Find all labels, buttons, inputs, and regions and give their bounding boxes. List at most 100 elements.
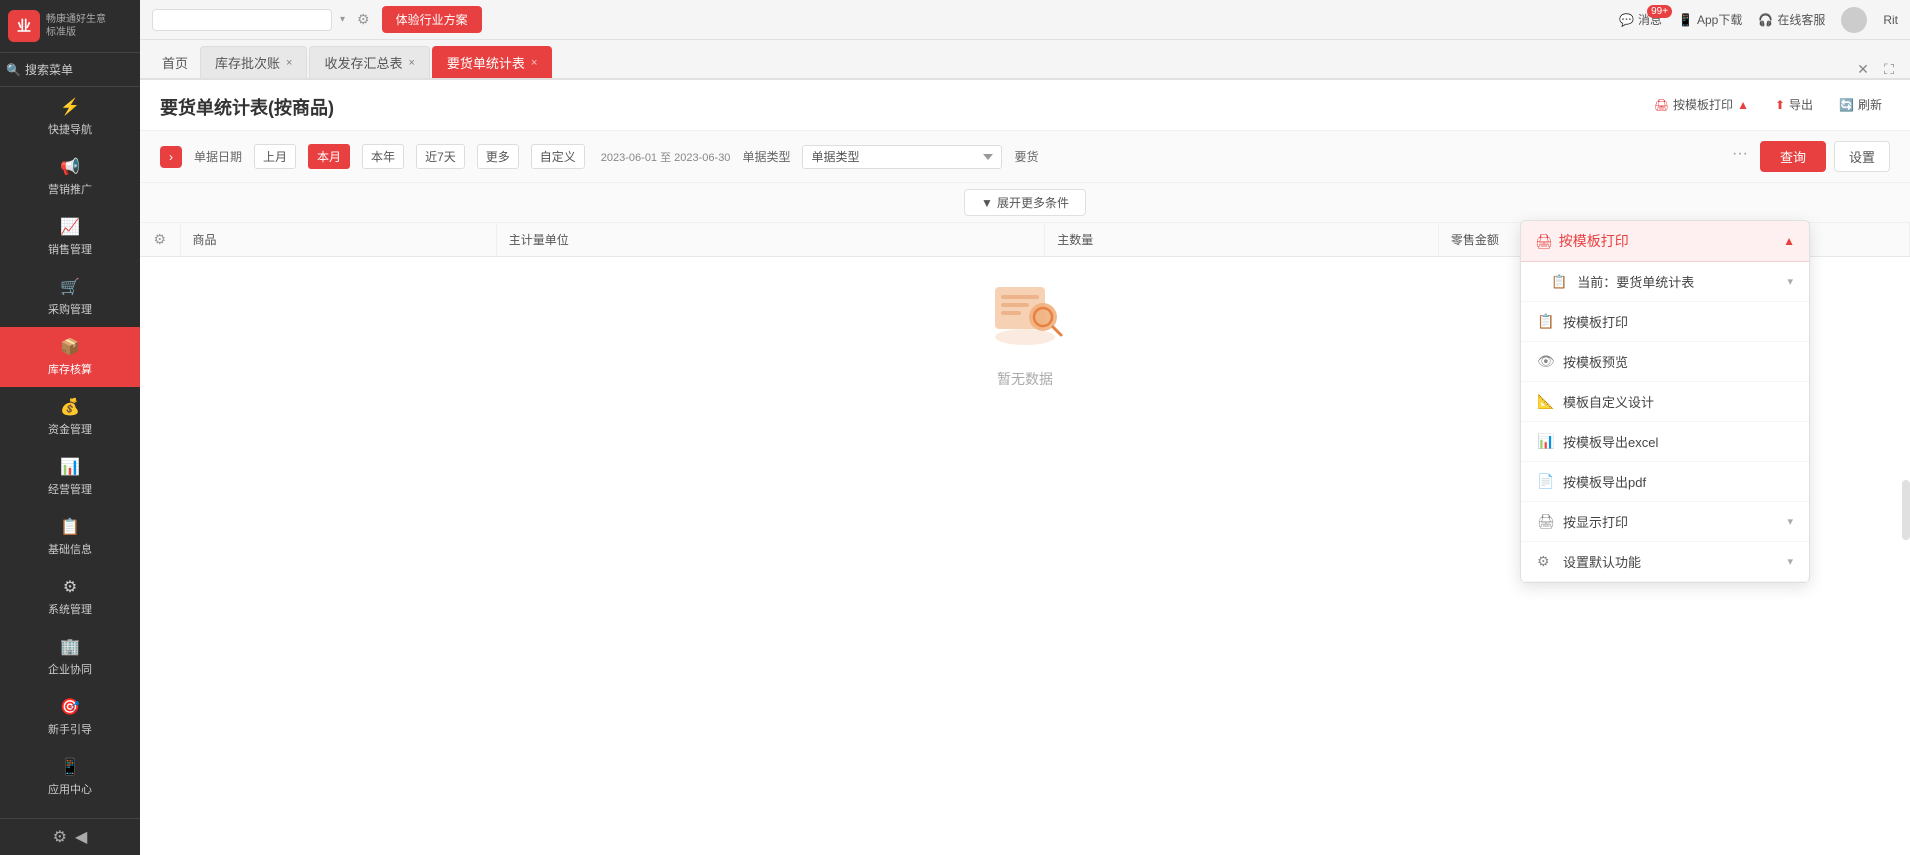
right-scrollbar[interactable] xyxy=(1902,480,1910,540)
sidebar-item-system[interactable]: ⚙ 系统管理 xyxy=(0,567,140,627)
sidebar-item-enterprise[interactable]: 🏢 企业协同 xyxy=(0,627,140,687)
window-close-btn[interactable]: ✕ xyxy=(1854,60,1872,78)
template-preview-label: 按模板预览 xyxy=(1563,352,1628,371)
more-options-icon[interactable]: ··· xyxy=(1728,141,1752,172)
more-date-btn[interactable]: 更多 xyxy=(477,144,519,169)
custom-date-btn[interactable]: 自定义 xyxy=(531,144,585,169)
collapse-icon[interactable]: ◀ xyxy=(75,827,87,847)
query-button[interactable]: 查询 xyxy=(1760,141,1826,172)
dropdown-close-btn[interactable]: ▲ xyxy=(1783,234,1795,248)
current-month-btn[interactable]: 本月 xyxy=(308,144,350,169)
inventory-icon: 📦 xyxy=(60,337,80,357)
header-search-input[interactable] xyxy=(152,9,332,31)
doc-type-select[interactable]: 单据类型 xyxy=(802,145,1002,169)
window-maximize-btn[interactable]: ⛶ xyxy=(1880,60,1898,78)
tab-home[interactable]: 首页 xyxy=(152,47,198,78)
system-icon: ⚙ xyxy=(63,577,77,597)
date-range-display: 2023-06-01 至 2023-06-30 xyxy=(601,149,731,165)
sidebar-item-quick-nav[interactable]: ⚡ 快捷导航 xyxy=(0,87,140,147)
trial-button[interactable]: 体验行业方案 xyxy=(382,6,482,33)
export-pdf-label: 按模板导出pdf xyxy=(1563,472,1646,491)
tab-order-stats[interactable]: 要货单统计表 × xyxy=(432,46,552,78)
table-col-settings[interactable]: ⚙ xyxy=(140,223,180,257)
sidebar-item-enterprise-wechat[interactable]: 💬 企业微信 xyxy=(0,807,140,818)
template-custom-label: 模板自定义设计 xyxy=(1563,392,1654,411)
page-title: 要货单统计表(按商品) xyxy=(160,98,334,118)
tab-inventory-batch-close[interactable]: × xyxy=(286,57,292,69)
header-dropdown-arrow-icon[interactable]: ▾ xyxy=(340,14,345,25)
refresh-btn[interactable]: 🔄 刷新 xyxy=(1831,92,1890,117)
messages-item[interactable]: 💬 消息 99+ xyxy=(1619,11,1662,28)
sidebar-item-inventory[interactable]: 📦 库存核算 xyxy=(0,327,140,387)
tab-collection-summary[interactable]: 收发存汇总表 × xyxy=(309,46,429,78)
logo-icon: 业 xyxy=(8,10,40,42)
export-btn[interactable]: ⬆ 导出 xyxy=(1767,92,1821,117)
table-col-quantity: 主数量 xyxy=(1045,223,1439,257)
tab-collection-summary-close[interactable]: × xyxy=(408,57,414,69)
dropdown-current-item[interactable]: 📋 当前：要货单统计表 ▾ xyxy=(1521,262,1809,302)
sidebar-item-guide[interactable]: 🎯 新手引导 xyxy=(0,687,140,747)
dropdown-template-preview[interactable]: 👁 按模板预览 xyxy=(1521,342,1809,382)
app-download-label: App下载 xyxy=(1697,11,1742,28)
search-icon: 🔍 xyxy=(6,63,21,77)
enterprise-icon: 🏢 xyxy=(60,637,80,657)
online-service-label: 在线客服 xyxy=(1777,11,1825,28)
sidebar-search[interactable]: 🔍 搜索菜单 xyxy=(0,53,140,87)
sidebar-item-app-center[interactable]: 📱 应用中心 xyxy=(0,747,140,807)
app-name: 畅康通好生意 xyxy=(46,13,106,26)
sidebar-item-purchase[interactable]: 🛒 采购管理 xyxy=(0,267,140,327)
default-settings-icon: ⚙ xyxy=(1537,553,1553,570)
tab-order-stats-close[interactable]: × xyxy=(531,57,537,69)
table-col-goods: 商品 xyxy=(180,223,496,257)
dropdown-template-export-pdf[interactable]: 📄 按模板导出pdf xyxy=(1521,462,1809,502)
marketing-icon: 📢 xyxy=(60,157,80,177)
display-print-icon: 🖨 xyxy=(1537,513,1553,530)
filter-right-actions: ··· 查询 设置 xyxy=(1728,141,1890,172)
dropdown-display-print[interactable]: 🖨 按显示打印 ▾ xyxy=(1521,502,1809,542)
expand-down-icon: ▼ xyxy=(981,196,993,210)
sidebar-nav: ⚡ 快捷导航 📢 营销推广 📈 销售管理 🛒 采购管理 📦 库存核算 💰 资金管… xyxy=(0,87,140,818)
expand-more-button[interactable]: ▼ 展开更多条件 xyxy=(964,189,1086,216)
template-print-label: 按模板打印 xyxy=(1563,312,1628,331)
settings-footer-icon[interactable]: ⚙ xyxy=(53,827,67,847)
avatar[interactable] xyxy=(1841,7,1867,33)
sidebar-item-basic-info[interactable]: 📋 基础信息 xyxy=(0,507,140,567)
header-gear-icon[interactable]: ⚙ xyxy=(357,11,370,28)
prev-month-btn[interactable]: 上月 xyxy=(254,144,296,169)
header-right: 💬 消息 99+ 📱 App下载 🎧 在线客服 Rit xyxy=(1619,7,1898,33)
sidebar: 业 畅康通好生意 标准版 🔍 搜索菜单 ⚡ 快捷导航 📢 营销推广 📈 销售管理… xyxy=(0,0,140,855)
tab-inventory-batch[interactable]: 库存批次账 × xyxy=(200,46,307,78)
display-print-arrow-icon: ▾ xyxy=(1787,515,1793,528)
settings-button[interactable]: 设置 xyxy=(1834,141,1890,172)
export-excel-label: 按模板导出excel xyxy=(1563,432,1658,451)
basic-info-icon: 📋 xyxy=(60,517,80,537)
sidebar-item-finance[interactable]: 💰 资金管理 xyxy=(0,387,140,447)
current-year-btn[interactable]: 本年 xyxy=(362,144,404,169)
table-settings-icon[interactable]: ⚙ xyxy=(153,231,166,247)
app-download-item[interactable]: 📱 App下载 xyxy=(1678,11,1742,28)
online-service-item[interactable]: 🎧 在线客服 xyxy=(1758,11,1825,28)
sidebar-item-marketing[interactable]: 📢 营销推广 xyxy=(0,147,140,207)
quick-nav-label: 快捷导航 xyxy=(48,121,92,137)
dropdown-template-custom[interactable]: 📐 模板自定义设计 xyxy=(1521,382,1809,422)
dropdown-default-settings[interactable]: ⚙ 设置默认功能 ▾ xyxy=(1521,542,1809,582)
operations-label: 经营管理 xyxy=(48,481,92,497)
dropdown-title: 🖨 按模板打印 xyxy=(1535,231,1629,251)
sidebar-item-sales[interactable]: 📈 销售管理 xyxy=(0,207,140,267)
default-settings-arrow-icon: ▾ xyxy=(1787,555,1793,568)
template-preview-icon: 👁 xyxy=(1537,353,1553,370)
inventory-label: 库存核算 xyxy=(48,361,92,377)
dropdown-template-export-excel[interactable]: 📊 按模板导出excel xyxy=(1521,422,1809,462)
finance-icon: 💰 xyxy=(60,397,80,417)
sidebar-item-operations[interactable]: 📊 经营管理 xyxy=(0,447,140,507)
sales-icon: 📈 xyxy=(60,217,80,237)
enterprise-label: 企业协同 xyxy=(48,661,92,677)
last7days-btn[interactable]: 近7天 xyxy=(416,144,465,169)
purchase-icon: 🛒 xyxy=(60,277,80,297)
print-template-btn[interactable]: 🖨 按模板打印 ▲ xyxy=(1646,92,1757,117)
quick-nav-icon: ⚡ xyxy=(60,97,80,117)
current-template-icon: 📋 xyxy=(1551,274,1567,290)
dropdown-template-print[interactable]: 📋 按模板打印 xyxy=(1521,302,1809,342)
print-label: 按模板打印 xyxy=(1673,96,1733,113)
filter-expand-button[interactable]: › xyxy=(160,146,182,168)
